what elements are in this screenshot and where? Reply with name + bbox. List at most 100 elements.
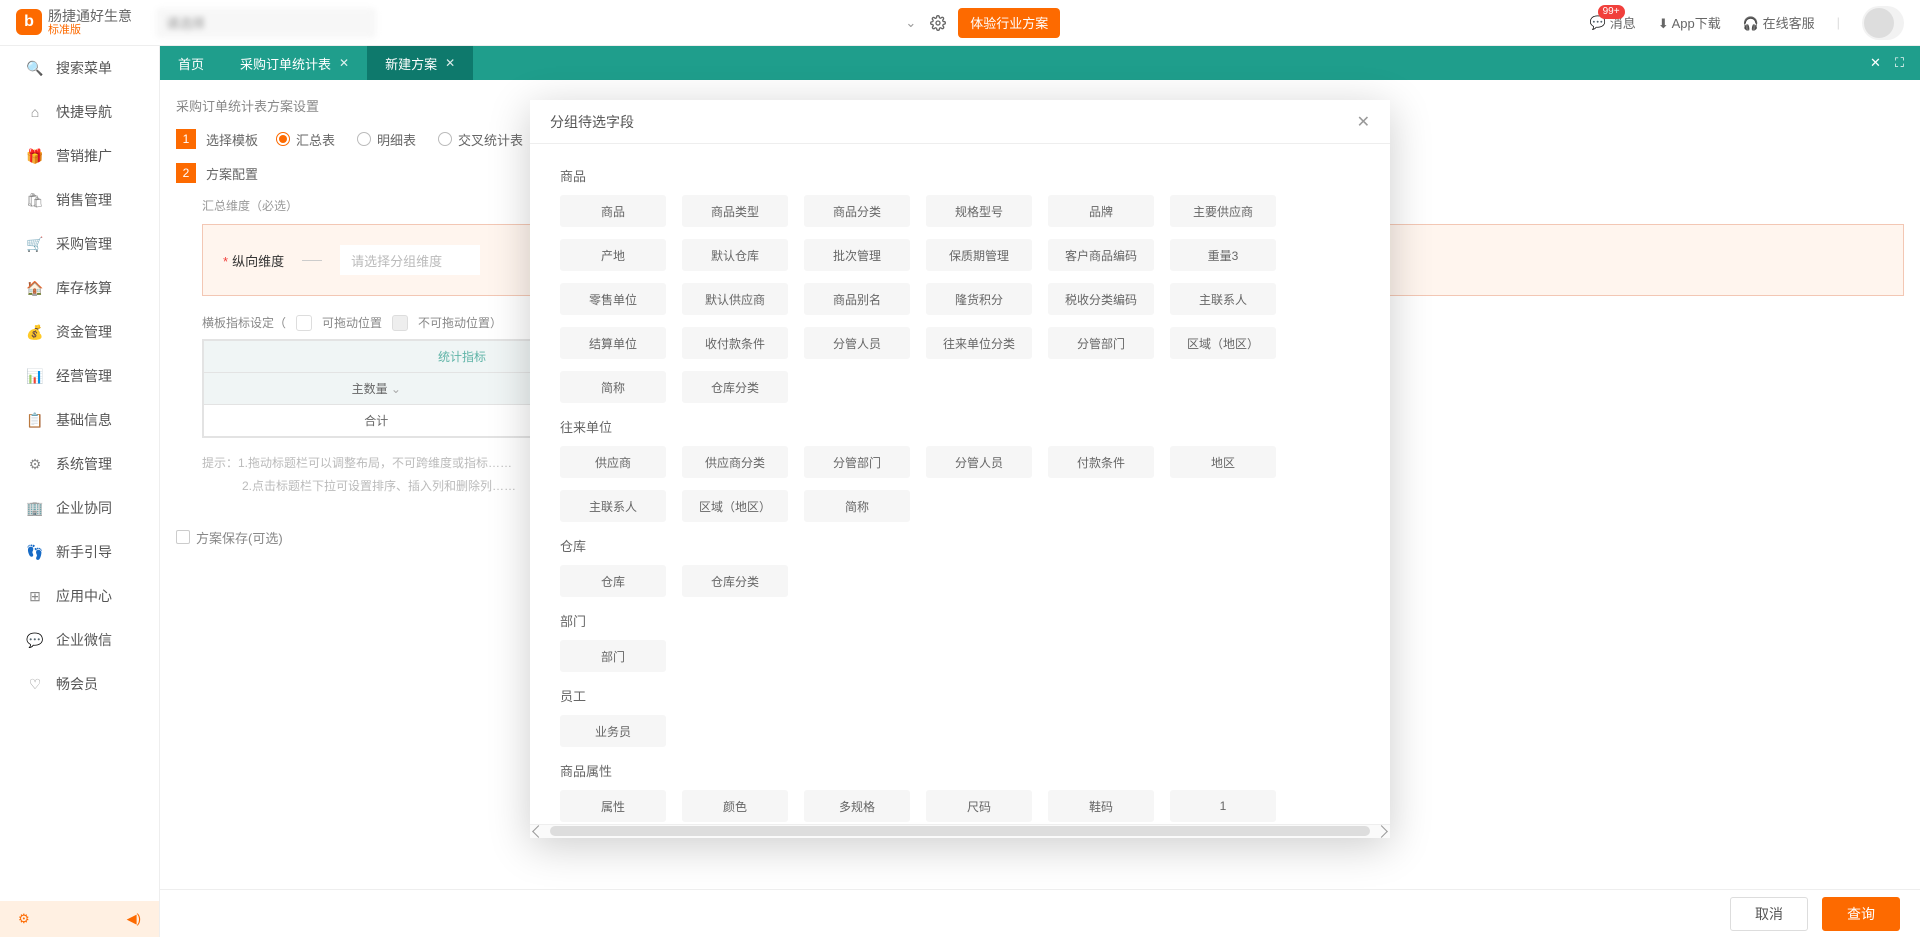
sidebar-item-4[interactable]: 🛒采购管理 bbox=[0, 222, 159, 266]
field-chip[interactable]: 仓库分类 bbox=[682, 371, 788, 403]
sidebar-item-7[interactable]: 📊经营管理 bbox=[0, 354, 159, 398]
radio-label: 汇总表 bbox=[296, 130, 335, 149]
field-chip[interactable]: 部门 bbox=[560, 640, 666, 672]
app-download-button[interactable]: ⬇ App下载 bbox=[1658, 13, 1721, 32]
field-chip[interactable]: 简称 bbox=[560, 371, 666, 403]
messages-button[interactable]: 💬 消息 99+ bbox=[1590, 13, 1636, 32]
field-chip[interactable]: 业务员 bbox=[560, 715, 666, 747]
field-chip[interactable]: 分管人员 bbox=[804, 327, 910, 359]
field-chip[interactable]: 区域（地区） bbox=[682, 490, 788, 522]
table-col-0[interactable]: 主数量 ⌄ bbox=[204, 373, 550, 405]
field-chip[interactable]: 隆货积分 bbox=[926, 283, 1032, 315]
sidebar: 🔍搜索菜单⌂快捷导航🎁营销推广🛍销售管理🛒采购管理🏠库存核算💰资金管理📊经营管理… bbox=[0, 46, 160, 937]
field-chip[interactable]: 区域（地区） bbox=[1170, 327, 1276, 359]
field-chip[interactable]: 零售单位 bbox=[560, 283, 666, 315]
radio-2[interactable]: 交叉统计表 bbox=[438, 130, 523, 149]
field-chip[interactable]: 商品类型 bbox=[682, 195, 788, 227]
sidebar-item-5[interactable]: 🏠库存核算 bbox=[0, 266, 159, 310]
logo: b 肠捷通好生意 标准版 bbox=[16, 9, 132, 36]
save-checkbox[interactable] bbox=[176, 530, 190, 544]
sidebar-item-2[interactable]: 🎁营销推广 bbox=[0, 134, 159, 178]
experience-button[interactable]: 体验行业方案 bbox=[958, 8, 1060, 38]
field-chip[interactable]: 属性 bbox=[560, 790, 666, 822]
field-chip[interactable]: 客户商品编码 bbox=[1048, 239, 1154, 271]
online-service-button[interactable]: 🎧 在线客服 bbox=[1743, 13, 1815, 32]
field-chip[interactable]: 供应商 bbox=[560, 446, 666, 478]
field-chip[interactable]: 分管人员 bbox=[926, 446, 1032, 478]
sidebar-item-13[interactable]: 💬企业微信 bbox=[0, 618, 159, 662]
field-chip[interactable]: 仓库分类 bbox=[682, 565, 788, 597]
field-chip[interactable]: 地区 bbox=[1170, 446, 1276, 478]
sidebar-icon: 📊 bbox=[26, 367, 44, 385]
gear-icon[interactable]: ⚙ bbox=[18, 911, 30, 927]
sidebar-item-12[interactable]: ⊞应用中心 bbox=[0, 574, 159, 618]
field-chip[interactable]: 分管部门 bbox=[804, 446, 910, 478]
field-chip[interactable]: 鞋码 bbox=[1048, 790, 1154, 822]
tab-2[interactable]: 新建方案 ✕ bbox=[367, 46, 473, 80]
field-chip[interactable]: 主要供应商 bbox=[1170, 195, 1276, 227]
field-chip[interactable]: 尺码 bbox=[926, 790, 1032, 822]
sidebar-item-6[interactable]: 💰资金管理 bbox=[0, 310, 159, 354]
expand-icon[interactable]: ⛶ bbox=[1895, 55, 1904, 71]
sidebar-item-8[interactable]: 📋基础信息 bbox=[0, 398, 159, 442]
field-chip[interactable]: 仓库 bbox=[560, 565, 666, 597]
sidebar-item-3[interactable]: 🛍销售管理 bbox=[0, 178, 159, 222]
radio-1[interactable]: 明细表 bbox=[357, 130, 416, 149]
sidebar-item-1[interactable]: ⌂快捷导航 bbox=[0, 90, 159, 134]
field-chip[interactable]: 品牌 bbox=[1048, 195, 1154, 227]
field-chip[interactable]: 保质期管理 bbox=[926, 239, 1032, 271]
field-group-row: 商品商品类型商品分类规格型号品牌主要供应商产地默认仓库批次管理保质期管理客户商品… bbox=[560, 195, 1360, 403]
query-button[interactable]: 查询 bbox=[1822, 897, 1900, 931]
field-chip[interactable]: 重量3 bbox=[1170, 239, 1276, 271]
close-icon[interactable]: ✕ bbox=[445, 56, 455, 70]
sidebar-item-0[interactable]: 🔍搜索菜单 bbox=[0, 46, 159, 90]
user-menu[interactable] bbox=[1862, 6, 1904, 40]
field-group-title: 部门 bbox=[560, 611, 1360, 630]
field-chip[interactable]: 商品分类 bbox=[804, 195, 910, 227]
collapse-icon[interactable]: ◀) bbox=[127, 911, 141, 927]
field-chip[interactable]: 规格型号 bbox=[926, 195, 1032, 227]
chevron-down-icon[interactable]: ⌄ bbox=[905, 15, 916, 31]
field-chip[interactable]: 往来单位分类 bbox=[926, 327, 1032, 359]
field-chip[interactable]: 付款条件 bbox=[1048, 446, 1154, 478]
step-1-badge: 1 bbox=[176, 129, 196, 149]
org-selector[interactable]: 请选择 bbox=[156, 8, 376, 38]
field-chip[interactable]: 商品别名 bbox=[804, 283, 910, 315]
close-icon[interactable]: ✕ bbox=[339, 56, 349, 70]
field-chip[interactable]: 分管部门 bbox=[1048, 327, 1154, 359]
field-chip[interactable]: 默认仓库 bbox=[682, 239, 788, 271]
field-chip[interactable]: 批次管理 bbox=[804, 239, 910, 271]
field-chip[interactable]: 简称 bbox=[804, 490, 910, 522]
sidebar-item-10[interactable]: 🏢企业协同 bbox=[0, 486, 159, 530]
field-chip[interactable]: 颜色 bbox=[682, 790, 788, 822]
field-chip[interactable]: 主联系人 bbox=[560, 490, 666, 522]
field-chip[interactable]: 税收分类编码 bbox=[1048, 283, 1154, 315]
field-chip[interactable]: 默认供应商 bbox=[682, 283, 788, 315]
gear-icon[interactable] bbox=[930, 15, 946, 31]
close-icon[interactable]: ✕ bbox=[1357, 112, 1370, 132]
sidebar-item-9[interactable]: ⚙系统管理 bbox=[0, 442, 159, 486]
tab-0[interactable]: 首页 bbox=[160, 46, 222, 80]
dimension-input[interactable]: 请选择分组维度 bbox=[340, 245, 480, 275]
radio-0[interactable]: 汇总表 bbox=[276, 130, 335, 149]
field-chip[interactable]: 主联系人 bbox=[1170, 283, 1276, 315]
tab-label: 新建方案 bbox=[385, 54, 437, 73]
field-chip[interactable]: 多规格 bbox=[804, 790, 910, 822]
scrollbar-thumb[interactable] bbox=[550, 826, 1370, 836]
sidebar-item-14[interactable]: ♡畅会员 bbox=[0, 662, 159, 706]
tab-1[interactable]: 采购订单统计表✕ bbox=[222, 46, 367, 80]
field-chip[interactable]: 供应商分类 bbox=[682, 446, 788, 478]
field-chip[interactable]: 商品 bbox=[560, 195, 666, 227]
field-chip[interactable]: 产地 bbox=[560, 239, 666, 271]
sidebar-item-label: 基础信息 bbox=[56, 410, 112, 430]
logo-main: 肠捷通好生意 bbox=[48, 9, 132, 24]
field-chip[interactable]: 结算单位 bbox=[560, 327, 666, 359]
cancel-button[interactable]: 取消 bbox=[1730, 897, 1808, 931]
radio-label: 明细表 bbox=[377, 130, 416, 149]
sidebar-item-11[interactable]: 👣新手引导 bbox=[0, 530, 159, 574]
field-chip[interactable]: 收付款条件 bbox=[682, 327, 788, 359]
field-chip[interactable]: 1 bbox=[1170, 790, 1276, 822]
modal-body[interactable]: 商品商品商品类型商品分类规格型号品牌主要供应商产地默认仓库批次管理保质期管理客户… bbox=[530, 144, 1390, 824]
modal-horizontal-scrollbar[interactable] bbox=[530, 824, 1390, 838]
close-all-icon[interactable]: ✕ bbox=[1870, 55, 1881, 71]
